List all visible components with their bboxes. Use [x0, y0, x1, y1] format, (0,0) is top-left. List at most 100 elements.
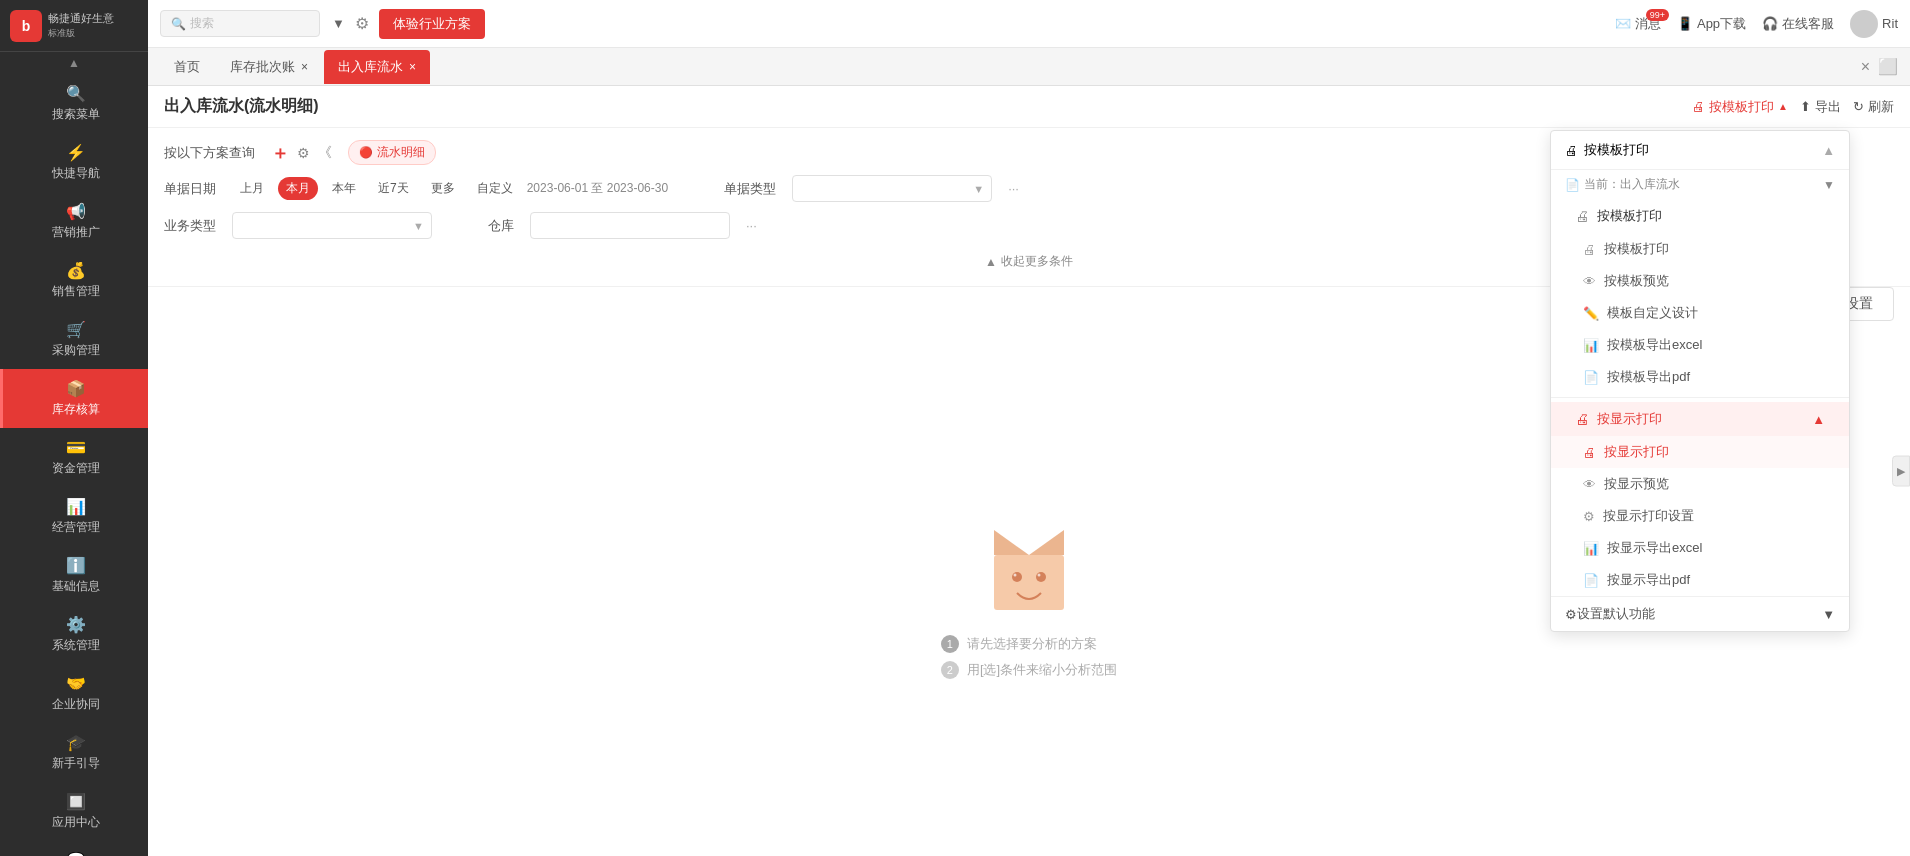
sidebar-item-label: 资金管理 [52, 460, 100, 477]
date-custom[interactable]: 自定义 [469, 177, 521, 200]
sidebar-scroll-up[interactable]: ▲ [0, 52, 148, 74]
sidebar-item-label: 营销推广 [52, 224, 100, 241]
voucher-more-btn[interactable]: ··· [1008, 181, 1019, 196]
filter-tag[interactable]: 🔴 流水明细 [348, 140, 436, 165]
dropdown-item-template-print[interactable]: 🖨 按模板打印 [1551, 233, 1849, 265]
sidebar-item-cooperation[interactable]: 🤝 企业协同 [0, 664, 148, 723]
dropdown-close-chevron[interactable]: ▲ [1822, 143, 1835, 158]
sidebar-item-app-center[interactable]: 🔲 应用中心 [0, 782, 148, 841]
tab-batch-account-close[interactable]: × [301, 60, 308, 74]
display-pdf-icon: 📄 [1583, 573, 1599, 588]
dropdown-item-template-customize[interactable]: ✏️ 模板自定义设计 [1551, 297, 1849, 329]
sidebar-logo: b 畅捷通好生意 标准版 [0, 0, 148, 52]
sidebar-item-inventory[interactable]: 📦 库存核算 [0, 369, 148, 428]
filter-add-btn[interactable]: ＋ [271, 141, 289, 165]
voucher-type-select[interactable] [792, 175, 992, 202]
system-icon: ⚙️ [66, 615, 86, 634]
sidebar-item-purchase[interactable]: 🛒 采购管理 [0, 310, 148, 369]
svg-point-5 [1014, 573, 1017, 576]
sidebar-item-guide[interactable]: 🎓 新手引导 [0, 723, 148, 782]
date-filter-label: 单据日期 [164, 180, 216, 198]
empty-step-2: 2 用[选]条件来缩小分析范围 [941, 657, 1117, 683]
tab-home-label: 首页 [174, 58, 200, 76]
tab-inout-flow[interactable]: 出入库流水 × [324, 50, 430, 84]
header-dropdown-chevron[interactable]: ▼ [332, 16, 345, 31]
tab-batch-account[interactable]: 库存批次账 × [216, 50, 322, 84]
sidebar: b 畅捷通好生意 标准版 ▲ 🔍 搜索菜单 ⚡ 快捷导航 📢 营销推广 💰 销售… [0, 0, 148, 856]
tab-home[interactable]: 首页 [160, 50, 214, 84]
purchase-icon: 🛒 [66, 320, 86, 339]
marketing-icon: 📢 [66, 202, 86, 221]
dropdown-item-display-excel[interactable]: 📊 按显示导出excel [1551, 532, 1849, 564]
tab-inout-flow-close[interactable]: × [409, 60, 416, 74]
display-print-icon: 🖨 [1583, 445, 1596, 460]
date-more[interactable]: 更多 [423, 177, 463, 200]
sidebar-item-label: 企业协同 [52, 696, 100, 713]
dropdown-item-display-preview[interactable]: 👁 按显示预览 [1551, 468, 1849, 500]
warehouse-more-btn[interactable]: ··· [746, 218, 757, 233]
step-num-1: 1 [941, 635, 959, 653]
collapse-more-btn[interactable]: ▲ 收起更多条件 [985, 253, 1073, 270]
header: 🔍 搜索 ▼ ⚙ 体验行业方案 ✉️ 消息 99+ 📱 App下载 🎧 在线客服… [148, 0, 1910, 48]
dropdown-item-display-print[interactable]: 🖨 按显示打印 [1551, 436, 1849, 468]
header-gear-icon[interactable]: ⚙ [355, 14, 369, 33]
svg-marker-1 [1029, 530, 1064, 555]
sidebar-item-label: 系统管理 [52, 637, 100, 654]
template-print-btn[interactable]: 🖨 按模板打印 ▲ [1692, 98, 1788, 116]
sidebar-item-search[interactable]: 🔍 搜索菜单 [0, 74, 148, 133]
warehouse-input[interactable] [530, 212, 730, 239]
trial-button[interactable]: 体验行业方案 [379, 9, 485, 39]
inventory-icon: 📦 [66, 379, 86, 398]
sidebar-item-wechat[interactable]: 💬 企业微信 [0, 841, 148, 856]
tabs-close-btn[interactable]: × [1861, 58, 1870, 76]
tabs-right: × ⬜ [1861, 57, 1898, 76]
sidebar-item-system[interactable]: ⚙️ 系统管理 [0, 605, 148, 664]
filter-gear-btn[interactable]: ⚙ [297, 145, 310, 161]
sub-customize-icon: ✏️ [1583, 306, 1599, 321]
template-print-icon: 🖨 [1575, 208, 1589, 224]
svg-point-3 [1012, 572, 1022, 582]
date-last-7-days[interactable]: 近7天 [370, 177, 417, 200]
cooperation-icon: 🤝 [66, 674, 86, 693]
sub-excel-icon: 📊 [1583, 338, 1599, 353]
business-type-select[interactable] [232, 212, 432, 239]
refresh-btn[interactable]: ↻ 刷新 [1853, 98, 1894, 116]
display-print-section-header[interactable]: 🖨 按显示打印 ▲ [1551, 402, 1849, 436]
svg-point-4 [1036, 572, 1046, 582]
header-search[interactable]: 🔍 搜索 [160, 10, 320, 37]
message-btn[interactable]: ✉️ 消息 99+ [1615, 15, 1661, 33]
date-current-month[interactable]: 本月 [278, 177, 318, 200]
date-filter: 上月 本月 本年 近7天 更多 自定义 2023-06-01 至 2023-06… [232, 177, 668, 200]
customer-service-btn[interactable]: 🎧 在线客服 [1762, 15, 1834, 33]
app-download-btn[interactable]: 📱 App下载 [1677, 15, 1746, 33]
tabs-bar: 首页 库存批次账 × 出入库流水 × × ⬜ [148, 48, 1910, 86]
filter-collapse-btn[interactable]: 《 [318, 144, 332, 162]
dropdown-footer[interactable]: ⚙ 设置默认功能 ▼ [1551, 596, 1849, 631]
sidebar-item-sales[interactable]: 💰 销售管理 [0, 251, 148, 310]
date-prev-month[interactable]: 上月 [232, 177, 272, 200]
sidebar-item-operations[interactable]: 📊 经营管理 [0, 487, 148, 546]
dropdown-item-template-preview[interactable]: 👁 按模板预览 [1551, 265, 1849, 297]
dropdown-item-template-pdf[interactable]: 📄 按模板导出pdf [1551, 361, 1849, 393]
sidebar-item-quick-nav[interactable]: ⚡ 快捷导航 [0, 133, 148, 192]
finance-icon: 💳 [66, 438, 86, 457]
guide-icon: 🎓 [66, 733, 86, 752]
sidebar-item-marketing[interactable]: 📢 营销推广 [0, 192, 148, 251]
page-header: 出入库流水(流水明细) 🖨 按模板打印 ▲ ⬆ 导出 ↻ 刷新 [148, 86, 1910, 128]
sidebar-item-finance[interactable]: 💳 资金管理 [0, 428, 148, 487]
dropdown-item-display-pdf[interactable]: 📄 按显示导出pdf [1551, 564, 1849, 596]
tabs-maximize-btn[interactable]: ⬜ [1878, 57, 1898, 76]
warehouse-label: 仓库 [488, 217, 514, 235]
dropdown-item-template-excel[interactable]: 📊 按模板导出excel [1551, 329, 1849, 361]
export-btn[interactable]: ⬆ 导出 [1800, 98, 1841, 116]
refresh-icon: ↻ [1853, 99, 1864, 114]
svg-marker-2 [994, 530, 1029, 555]
right-expand-btn[interactable]: ▶ [1892, 456, 1910, 487]
template-print-section-header[interactable]: 🖨 按模板打印 [1551, 199, 1849, 233]
sidebar-item-basic-info[interactable]: ℹ️ 基础信息 [0, 546, 148, 605]
date-current-year[interactable]: 本年 [324, 177, 364, 200]
user-avatar[interactable]: Rit [1850, 10, 1898, 38]
dropdown-item-display-settings[interactable]: ⚙ 按显示打印设置 [1551, 500, 1849, 532]
filter-tag-icon: 🔴 [359, 146, 373, 159]
print-chevron-icon: ▲ [1778, 101, 1788, 112]
